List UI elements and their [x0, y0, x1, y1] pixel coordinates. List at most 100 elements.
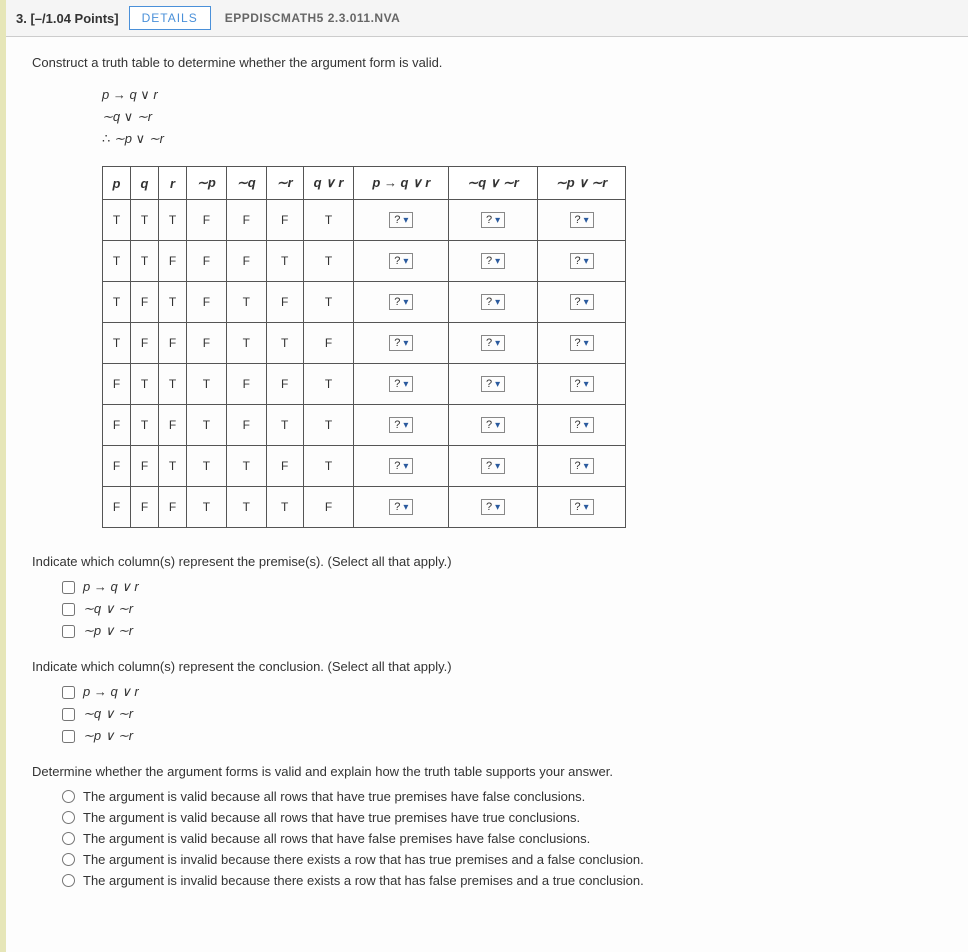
table-row: FTFTFTT?▾?▾?▾ [103, 405, 626, 446]
cell-qvr: T [303, 405, 354, 446]
chevron-down-icon: ▾ [584, 297, 589, 308]
table-row: TFTFTFT?▾?▾?▾ [103, 282, 626, 323]
cell-p: F [103, 405, 131, 446]
dropdown-value: ? [575, 296, 581, 308]
cell-nq: T [226, 282, 266, 323]
details-button[interactable]: DETAILS [129, 6, 211, 30]
checkbox-conclusion-c[interactable] [62, 730, 75, 743]
answer-dropdown[interactable]: ?▾ [570, 335, 594, 351]
answer-dropdown[interactable]: ?▾ [389, 212, 413, 228]
radio-valid-d[interactable] [62, 853, 75, 866]
cell-qvr: T [303, 200, 354, 241]
valid-label-c: The argument is valid because all rows t… [83, 831, 590, 846]
radio-valid-c[interactable] [62, 832, 75, 845]
answer-dropdown[interactable]: ?▾ [389, 417, 413, 433]
dropdown-value: ? [486, 255, 492, 267]
radio-valid-a[interactable] [62, 790, 75, 803]
checkbox-conclusion-a[interactable] [62, 686, 75, 699]
cell-dropdown: ?▾ [449, 200, 538, 241]
answer-dropdown[interactable]: ?▾ [389, 376, 413, 392]
cell-dropdown: ?▾ [449, 487, 538, 528]
cell-nq: T [226, 487, 266, 528]
answer-dropdown[interactable]: ?▾ [481, 212, 505, 228]
chevron-down-icon: ▾ [403, 297, 408, 308]
answer-dropdown[interactable]: ?▾ [570, 417, 594, 433]
answer-dropdown[interactable]: ?▾ [570, 212, 594, 228]
cell-r: T [159, 200, 187, 241]
premise-label-a: p → q ∨ r [83, 579, 139, 595]
cell-nr: F [266, 446, 303, 487]
valid-label-e: The argument is invalid because there ex… [83, 873, 644, 888]
cell-qvr: F [303, 323, 354, 364]
col-q: q [131, 167, 159, 200]
dropdown-value: ? [575, 255, 581, 267]
col-npvnr: ∼p ∨ ∼r [537, 167, 626, 200]
answer-dropdown[interactable]: ?▾ [481, 417, 505, 433]
cell-dropdown: ?▾ [449, 446, 538, 487]
cell-p: T [103, 200, 131, 241]
valid-option-d[interactable]: The argument is invalid because there ex… [62, 852, 942, 867]
chevron-down-icon: ▾ [403, 256, 408, 267]
cell-q: T [131, 405, 159, 446]
checkbox-conclusion-b[interactable] [62, 708, 75, 721]
cell-q: T [131, 200, 159, 241]
dropdown-value: ? [486, 337, 492, 349]
cell-r: F [159, 487, 187, 528]
dropdown-value: ? [575, 378, 581, 390]
premise-option-c[interactable]: ∼p ∨ ∼r [62, 623, 942, 639]
answer-dropdown[interactable]: ?▾ [389, 335, 413, 351]
answer-dropdown[interactable]: ?▾ [570, 376, 594, 392]
valid-label-d: The argument is invalid because there ex… [83, 852, 644, 867]
col-np: ∼p [187, 167, 227, 200]
answer-dropdown[interactable]: ?▾ [389, 499, 413, 515]
cell-q: F [131, 282, 159, 323]
conclusion-option-b[interactable]: ∼q ∨ ∼r [62, 706, 942, 722]
answer-dropdown[interactable]: ?▾ [389, 458, 413, 474]
answer-dropdown[interactable]: ?▾ [481, 294, 505, 310]
checkbox-premise-a[interactable] [62, 581, 75, 594]
dropdown-value: ? [486, 378, 492, 390]
answer-dropdown[interactable]: ?▾ [481, 253, 505, 269]
checkbox-premise-b[interactable] [62, 603, 75, 616]
dropdown-value: ? [486, 419, 492, 431]
answer-dropdown[interactable]: ?▾ [570, 499, 594, 515]
valid-option-a[interactable]: The argument is valid because all rows t… [62, 789, 942, 804]
answer-dropdown[interactable]: ?▾ [481, 458, 505, 474]
answer-dropdown[interactable]: ?▾ [570, 253, 594, 269]
cell-dropdown: ?▾ [537, 405, 626, 446]
radio-valid-e[interactable] [62, 874, 75, 887]
cell-q: F [131, 487, 159, 528]
conclusion-option-a[interactable]: p → q ∨ r [62, 684, 942, 700]
answer-dropdown[interactable]: ?▾ [481, 335, 505, 351]
cell-dropdown: ?▾ [449, 364, 538, 405]
radio-valid-b[interactable] [62, 811, 75, 824]
main-prompt: Construct a truth table to determine whe… [32, 55, 942, 70]
checkbox-premise-c[interactable] [62, 625, 75, 638]
premise-option-a[interactable]: p → q ∨ r [62, 579, 942, 595]
answer-dropdown[interactable]: ?▾ [481, 499, 505, 515]
cell-p: F [103, 446, 131, 487]
question-number: 3. [–/1.04 Points] [16, 11, 119, 26]
cell-dropdown: ?▾ [537, 487, 626, 528]
table-row: TFFFTTF?▾?▾?▾ [103, 323, 626, 364]
cell-p: T [103, 241, 131, 282]
answer-dropdown[interactable]: ?▾ [570, 458, 594, 474]
dropdown-value: ? [575, 214, 581, 226]
answer-dropdown[interactable]: ?▾ [570, 294, 594, 310]
valid-option-c[interactable]: The argument is valid because all rows t… [62, 831, 942, 846]
conclusion-option-c[interactable]: ∼p ∨ ∼r [62, 728, 942, 744]
cell-r: T [159, 446, 187, 487]
valid-option-e[interactable]: The argument is invalid because there ex… [62, 873, 942, 888]
argument-form: p → q ∨ r ∼q ∨ ∼r ∴ ∼p ∨ ∼r [102, 84, 942, 150]
cell-qvr: T [303, 282, 354, 323]
cell-nr: F [266, 200, 303, 241]
answer-dropdown[interactable]: ?▾ [389, 253, 413, 269]
col-nq: ∼q [226, 167, 266, 200]
premise-option-b[interactable]: ∼q ∨ ∼r [62, 601, 942, 617]
answer-dropdown[interactable]: ?▾ [481, 376, 505, 392]
answer-dropdown[interactable]: ?▾ [389, 294, 413, 310]
dropdown-value: ? [394, 296, 400, 308]
cell-np: T [187, 405, 227, 446]
valid-option-b[interactable]: The argument is valid because all rows t… [62, 810, 942, 825]
cell-np: T [187, 446, 227, 487]
